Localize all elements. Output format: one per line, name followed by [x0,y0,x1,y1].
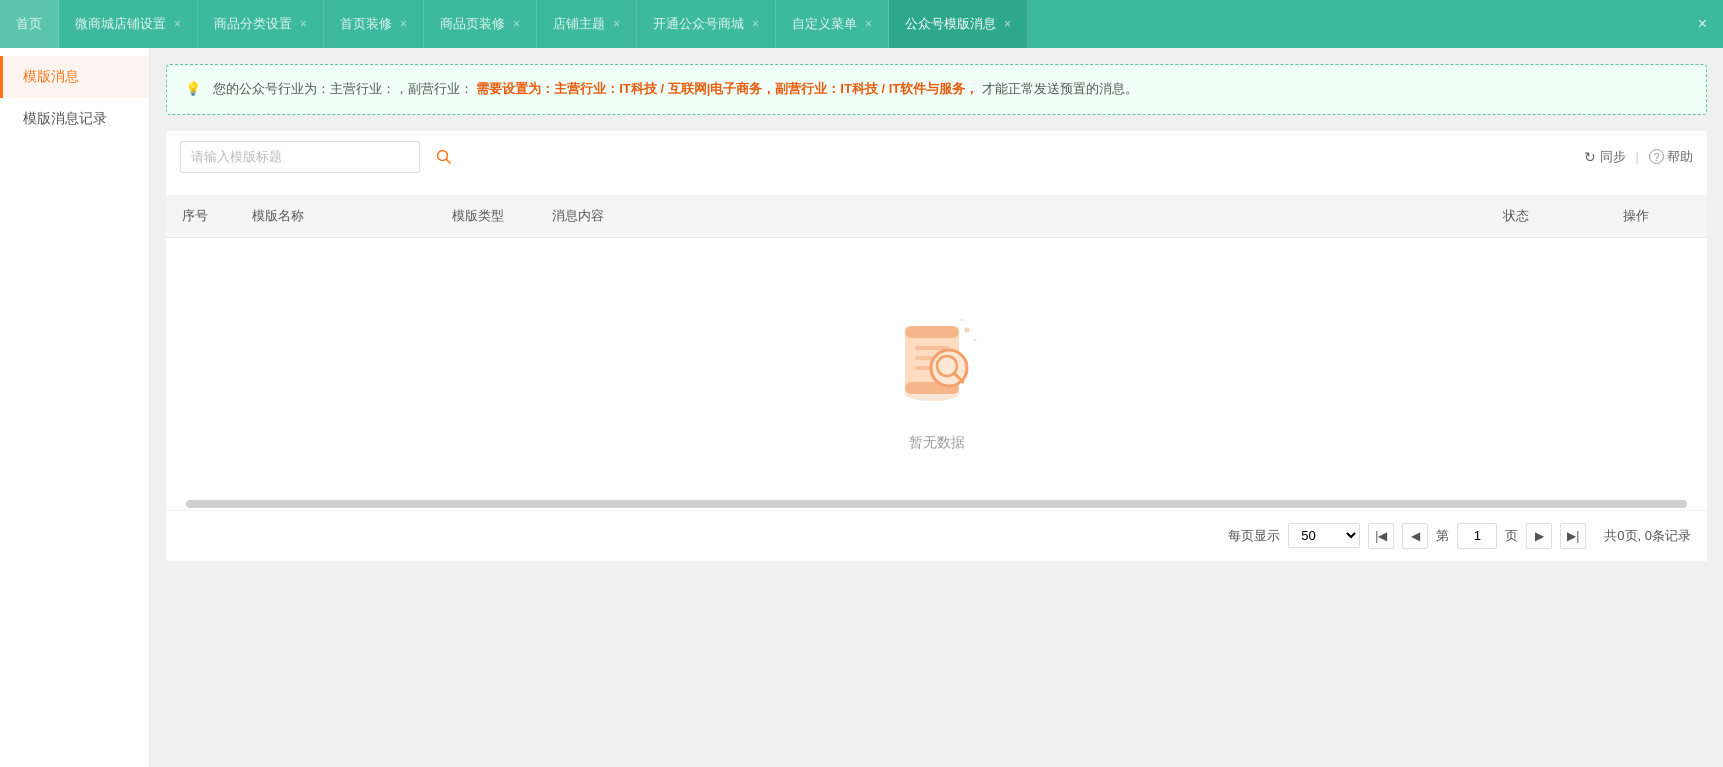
info-banner: 💡 您的公众号行业为：主营行业：，副营行业： 需要设置为：主营行业：IT科技 /… [166,64,1707,115]
tab-custommenu[interactable]: 自定义菜单 × [776,0,889,48]
svg-point-14 [960,318,963,321]
tab-templatemsg-close[interactable]: × [1004,17,1011,31]
tab-templatemsg-label: 公众号模版消息 [905,15,996,33]
main-content: 💡 您的公众号行业为：主营行业：，副营行业： 需要设置为：主营行业：IT科技 /… [150,48,1723,767]
last-page-icon: ▶| [1567,529,1579,543]
first-page-icon: |◀ [1375,529,1387,543]
help-icon: ? [1649,149,1664,164]
tab-home[interactable]: 首页 [0,0,59,48]
search-right: ↻ 同步 | ? 帮助 [1584,148,1693,166]
svg-line-1 [447,159,451,163]
page-size-select[interactable]: 10 20 50 100 [1288,523,1360,548]
empty-text: 暂无数据 [909,434,965,452]
tab-custommenu-label: 自定义菜单 [792,15,857,33]
col-content: 消息内容 [536,195,1487,238]
search-left [180,141,460,173]
page-size-label: 每页显示 [1228,527,1280,545]
bulb-icon: 💡 [185,81,201,96]
sidebar: 模版消息 模版消息记录 [0,48,150,767]
tab-weshop[interactable]: 微商城店铺设置 × [59,0,198,48]
empty-illustration [877,298,997,418]
tab-weshop-label: 微商城店铺设置 [75,15,166,33]
prev-page-button[interactable]: ◀ [1402,523,1428,549]
tab-custommenu-close[interactable]: × [865,17,872,31]
tab-category-label: 商品分类设置 [214,15,292,33]
tab-theme[interactable]: 店铺主题 × [537,0,637,48]
first-page-button[interactable]: |◀ [1368,523,1394,549]
search-input[interactable] [180,141,420,173]
tab-productpage[interactable]: 商品页装修 × [424,0,537,48]
table-container: ↻ 同步 | ? 帮助 序号 [166,131,1707,561]
tab-productpage-label: 商品页装修 [440,15,505,33]
main-layout: 模版消息 模版消息记录 💡 您的公众号行业为：主营行业：，副营行业： 需要设置为… [0,48,1723,767]
tab-wechatshop-label: 开通公众号商城 [653,15,744,33]
prev-page-icon: ◀ [1411,529,1420,543]
table-head: 序号 模版名称 模版类型 消息内容 状态 [166,195,1707,238]
col-action: 操作 [1607,195,1707,238]
tab-category[interactable]: 商品分类设置 × [198,0,324,48]
tab-category-close[interactable]: × [300,17,307,31]
tab-homepage-close[interactable]: × [400,17,407,31]
sidebar-item-template-msg[interactable]: 模版消息 [0,56,149,98]
col-status: 状态 [1487,195,1607,238]
sidebar-item-template-log[interactable]: 模版消息记录 [0,98,149,140]
tab-home-label: 首页 [16,15,42,33]
col-name: 模版名称 [236,195,436,238]
help-label: 帮助 [1667,148,1693,166]
sync-label: 同步 [1600,148,1626,166]
tab-weshop-close[interactable]: × [174,17,181,31]
last-page-button[interactable]: ▶| [1560,523,1586,549]
search-row: ↻ 同步 | ? 帮助 [166,131,1707,183]
info-banner-prefix: 您的公众号行业为：主营行业：，副营行业： [213,81,473,96]
tab-wechatshop[interactable]: 开通公众号商城 × [637,0,776,48]
svg-rect-4 [905,326,959,338]
tab-wechatshop-close[interactable]: × [752,17,759,31]
table-body: 暂无数据 [166,237,1707,492]
page-label-before: 第 [1436,527,1449,545]
table-header-row: 序号 模版名称 模版类型 消息内容 状态 [166,195,1707,238]
pagination-row: 每页显示 10 20 50 100 |◀ ◀ 第 页 ▶ [166,510,1707,561]
info-banner-suffix: 才能正常发送预置的消息。 [982,81,1138,96]
page-label-after: 页 [1505,527,1518,545]
data-table: 序号 模版名称 模版类型 消息内容 状态 [166,195,1707,492]
sidebar-item-template-log-label: 模版消息记录 [23,110,107,126]
svg-point-13 [973,338,976,341]
search-icon [436,149,452,165]
tab-homepage-label: 首页装修 [340,15,392,33]
top-nav: 首页 微商城店铺设置 × 商品分类设置 × 首页装修 × 商品页装修 × 店铺主… [0,0,1723,48]
search-button[interactable] [428,141,460,173]
col-type: 模版类型 [436,195,536,238]
total-info: 共0页, 0条记录 [1604,527,1691,545]
col-index: 序号 [166,195,236,238]
page-number-input[interactable] [1457,523,1497,549]
empty-state: 暂无数据 [166,238,1707,492]
svg-point-12 [964,327,969,332]
refresh-icon: ↻ [1584,149,1596,165]
next-page-icon: ▶ [1535,529,1544,543]
tab-theme-label: 店铺主题 [553,15,605,33]
sync-button[interactable]: ↻ 同步 [1584,148,1626,166]
tab-theme-close[interactable]: × [613,17,620,31]
tab-templatemsg[interactable]: 公众号模版消息 × [889,0,1028,48]
sidebar-item-template-msg-label: 模版消息 [23,68,79,84]
help-button[interactable]: ? 帮助 [1649,148,1693,166]
next-page-button[interactable]: ▶ [1526,523,1552,549]
tab-homepage[interactable]: 首页装修 × [324,0,424,48]
divider: | [1636,149,1639,164]
tab-productpage-close[interactable]: × [513,17,520,31]
scrollbar-row[interactable] [166,492,1707,510]
close-all-button[interactable]: × [1682,15,1723,33]
horizontal-scrollbar[interactable] [186,500,1687,508]
empty-row: 暂无数据 [166,237,1707,492]
info-banner-highlight: 需要设置为：主营行业：IT科技 / 互联网|电子商务，副营行业：IT科技 / I… [476,81,978,96]
